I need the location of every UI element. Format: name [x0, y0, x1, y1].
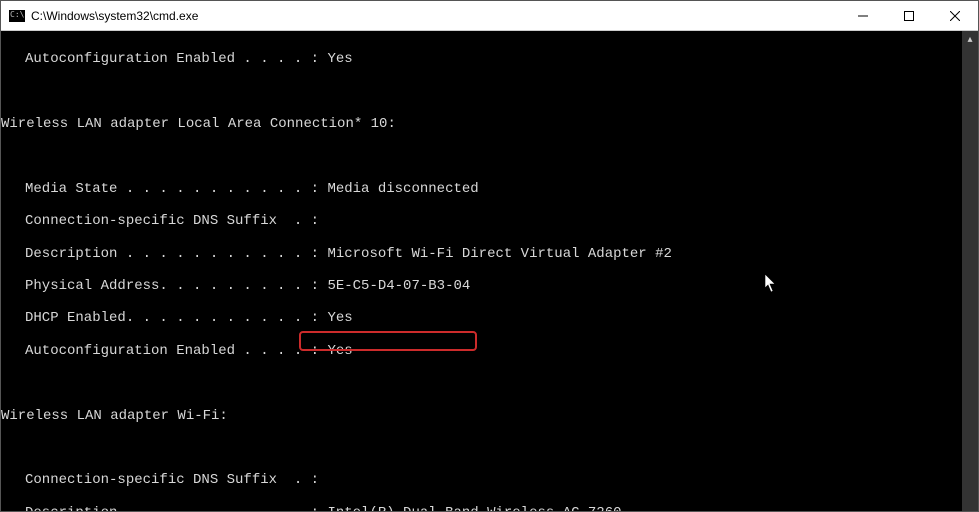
output-line: Autoconfiguration Enabled . . . . : Yes	[1, 51, 962, 67]
cmd-window: C:\Windows\system32\cmd.exe Autoconfigur…	[0, 0, 979, 512]
section-header: Wireless LAN adapter Local Area Connecti…	[1, 116, 962, 132]
window-title: C:\Windows\system32\cmd.exe	[31, 9, 198, 23]
terminal-output[interactable]: Autoconfiguration Enabled . . . . : Yes …	[1, 31, 962, 511]
output-line: Description . . . . . . . . . . . : Micr…	[1, 246, 962, 262]
output-line	[1, 84, 962, 100]
section-header: Wireless LAN adapter Wi-Fi:	[1, 408, 962, 424]
output-line	[1, 440, 962, 456]
maximize-button[interactable]	[886, 1, 932, 31]
output-line: DHCP Enabled. . . . . . . . . . . : Yes	[1, 310, 962, 326]
output-line: Media State . . . . . . . . . . . : Medi…	[1, 181, 962, 197]
output-line: Connection-specific DNS Suffix . :	[1, 213, 962, 229]
scroll-up-icon[interactable]: ▴	[962, 31, 978, 47]
output-line: Description . . . . . . . . . . . : Inte…	[1, 505, 962, 511]
cmd-icon	[9, 10, 25, 22]
output-line: Connection-specific DNS Suffix . :	[1, 472, 962, 488]
output-line	[1, 375, 962, 391]
terminal-client-area: Autoconfiguration Enabled . . . . : Yes …	[1, 31, 978, 511]
minimize-button[interactable]	[840, 1, 886, 31]
output-line	[1, 148, 962, 164]
output-line: Physical Address. . . . . . . . . : 5E-C…	[1, 278, 962, 294]
titlebar[interactable]: C:\Windows\system32\cmd.exe	[1, 1, 978, 31]
vertical-scrollbar[interactable]: ▴	[962, 31, 978, 511]
close-button[interactable]	[932, 1, 978, 31]
output-line: Autoconfiguration Enabled . . . . : Yes	[1, 343, 962, 359]
